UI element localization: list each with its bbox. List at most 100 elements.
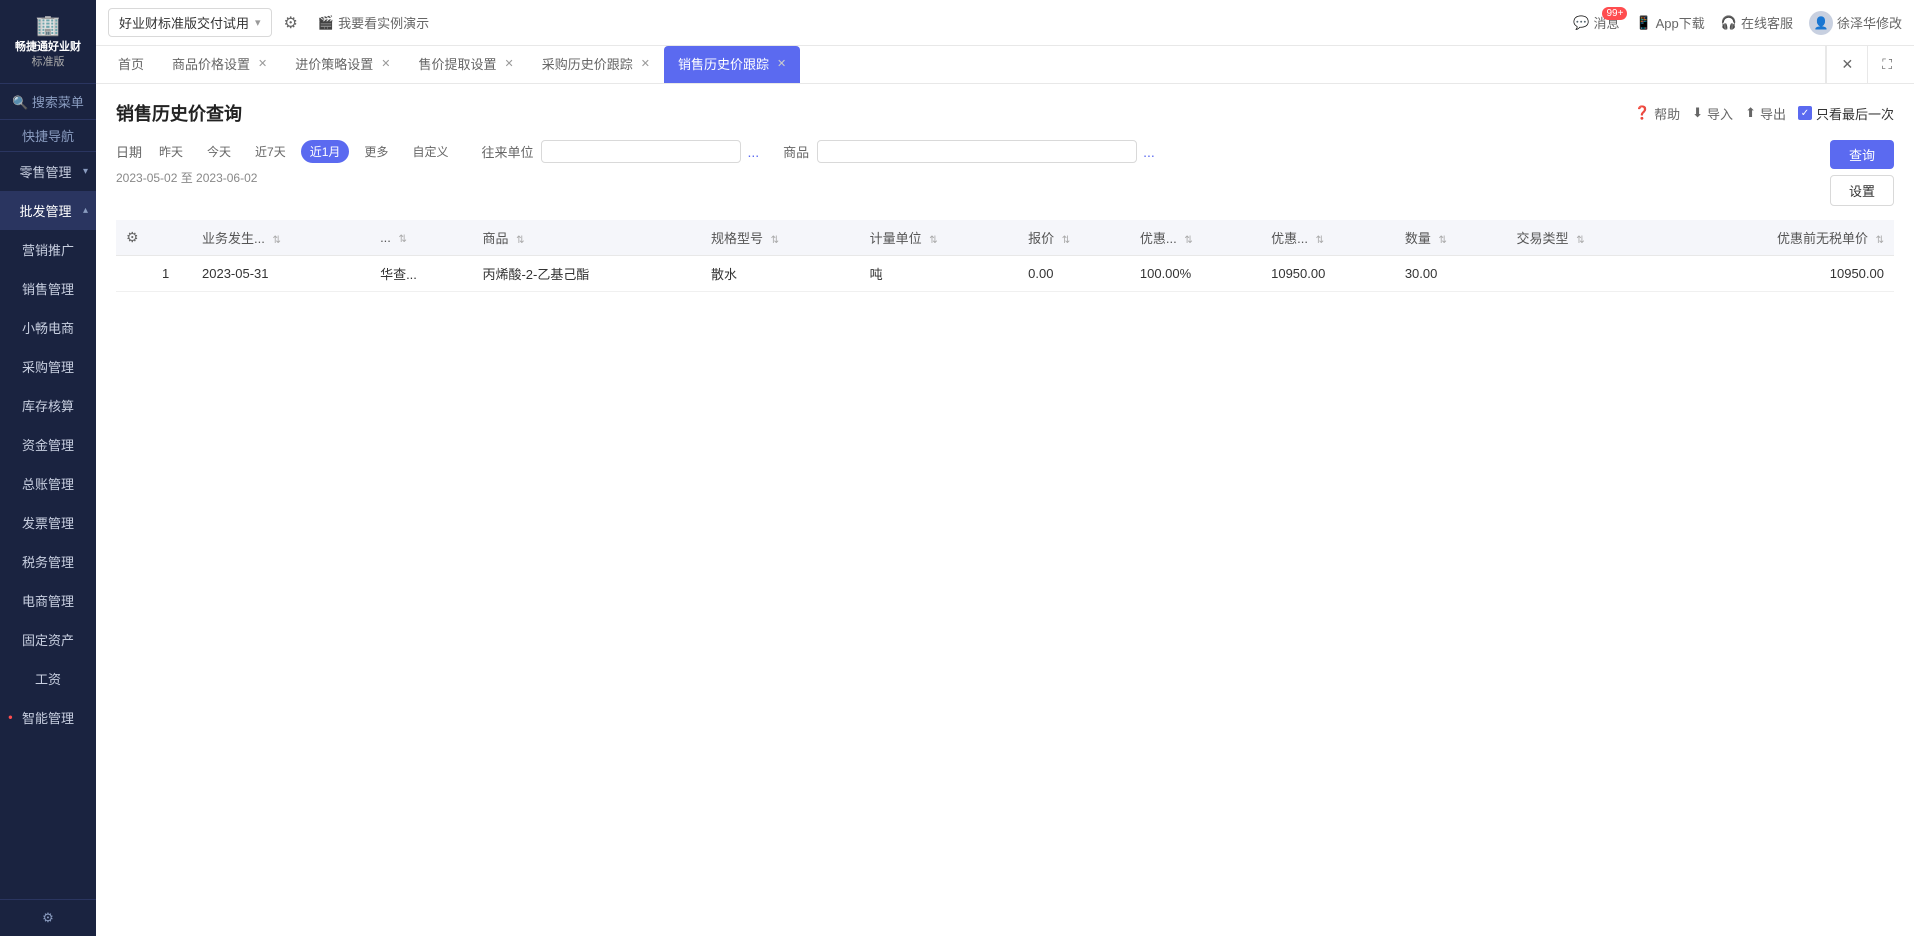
date-btn-7days[interactable]: 近7天 [246, 140, 295, 163]
source-unit-label: 往来单位 [481, 142, 533, 161]
logo-line2: 标准版 [8, 55, 88, 70]
window-close-button[interactable]: ✕ [1826, 46, 1867, 83]
sidebar-item-payroll[interactable]: 工资 [0, 659, 96, 698]
logo-icon: 🏢 [8, 12, 88, 40]
topbar-settings-icon[interactable]: ⚙ [280, 9, 302, 37]
col-discount-pct[interactable]: 优惠... ⇅ [1130, 220, 1261, 256]
col-index [152, 220, 192, 256]
date-btn-yesterday[interactable]: 昨天 [150, 140, 192, 163]
col-discount-amt[interactable]: 优惠... ⇅ [1261, 220, 1395, 256]
col-pretax-price[interactable]: 优惠前无税单价 ⇅ [1665, 220, 1894, 256]
row-pretax-price-cell: 10950.00 [1665, 256, 1894, 292]
tabbar: 首页 商品价格设置 ✕ 进价策略设置 ✕ 售价提取设置 ✕ 采购历史价跟踪 ✕ … [96, 46, 1914, 84]
sidebar-item-smart[interactable]: 智能管理 [0, 698, 96, 737]
date-range-display: 2023-05-02 至 2023-06-02 [116, 169, 457, 186]
source-unit-dots[interactable]: ... [747, 144, 759, 160]
tab-close-product-price[interactable]: ✕ [258, 57, 267, 70]
tab-close-purchase-strategy[interactable]: ✕ [381, 57, 390, 70]
source-unit-input[interactable] [541, 140, 741, 163]
sidebar-item-wholesale[interactable]: 批发管理 ▴ [0, 191, 96, 230]
tab-product-price[interactable]: 商品价格设置 ✕ [158, 46, 281, 84]
import-button[interactable]: ⬇ 导入 [1692, 104, 1733, 123]
tab-home[interactable]: 首页 [104, 46, 158, 84]
sidebar-item-finance[interactable]: 资金管理 [0, 425, 96, 464]
sidebar-quick-nav[interactable]: 快捷导航 [0, 120, 96, 152]
sidebar-logo[interactable]: 🏢 畅捷通好业财 标准版 [0, 0, 96, 84]
date-label: 日期 [116, 142, 142, 161]
window-maximize-button[interactable]: ⛶ [1867, 46, 1906, 83]
tab-close-purchase-history[interactable]: ✕ [641, 57, 650, 70]
col-business-date[interactable]: 业务发生... ⇅ [192, 220, 370, 256]
sort-icon: ⇅ [1316, 235, 1324, 246]
tab-sales-history[interactable]: 销售历史价跟踪 ✕ [664, 46, 800, 84]
sort-icon: ⇅ [771, 235, 779, 246]
sidebar-item-general-ledger[interactable]: 总账管理 [0, 464, 96, 503]
tab-close-sale-price-extract[interactable]: ✕ [505, 57, 514, 70]
col-product[interactable]: 商品 ⇅ [472, 220, 701, 256]
sidebar-item-inventory[interactable]: 库存核算 [0, 386, 96, 425]
date-btn-more[interactable]: 更多 [355, 140, 397, 163]
sidebar-item-retail[interactable]: 零售管理 ▾ [0, 152, 96, 191]
demo-link[interactable]: 🎬 我要看实例演示 [318, 13, 429, 32]
sidebar-item-purchase[interactable]: 采购管理 [0, 347, 96, 386]
sidebar-item-ecommerce[interactable]: 电商管理 [0, 581, 96, 620]
company-selector[interactable]: 好业财标准版交付试用 ▾ [108, 8, 272, 37]
chevron-down-icon: ▾ [255, 16, 261, 29]
date-options: 昨天 今天 近7天 近1月 更多 自定义 [150, 140, 457, 163]
page-content: 销售历史价查询 ❓ 帮助 ⬇ 导入 ⬆ 导出 ✓ 只看最后一次 [96, 84, 1914, 936]
col-quantity[interactable]: 数量 ⇅ [1395, 220, 1507, 256]
date-btn-1month[interactable]: 近1月 [301, 140, 350, 163]
product-filter-group: 商品 ... [783, 140, 1155, 163]
row-unit-cell: 吨 [860, 256, 1019, 292]
date-btn-today[interactable]: 今天 [198, 140, 240, 163]
messages-button[interactable]: 💬 消息 99+ [1573, 13, 1619, 32]
product-input[interactable] [817, 140, 1137, 163]
sidebar-search-menu[interactable]: 🔍 搜索菜单 [0, 84, 96, 120]
quick-nav-label: 快捷导航 [22, 129, 74, 144]
sort-icon: ⇅ [272, 235, 280, 246]
user-profile-button[interactable]: 👤 徐泽华修改 [1809, 11, 1902, 35]
row-business-date-cell: 2023-05-31 [192, 256, 370, 292]
import-icon: ⬇ [1692, 105, 1703, 121]
export-button[interactable]: ⬆ 导出 [1745, 104, 1786, 123]
topbar: 好业财标准版交付试用 ▾ ⚙ 🎬 我要看实例演示 💬 消息 99+ 📱 App下… [96, 0, 1914, 46]
sidebar-settings-button[interactable]: ⚙ [0, 899, 96, 936]
col-settings[interactable]: ⚙ [116, 220, 152, 256]
row-spec-cell: 散水 [701, 256, 860, 292]
sidebar-item-marketing[interactable]: 营销推广 [0, 230, 96, 269]
col-price[interactable]: 报价 ⇅ [1018, 220, 1130, 256]
tab-close-sales-history[interactable]: ✕ [777, 57, 786, 70]
settings-button[interactable]: 设置 [1830, 175, 1894, 206]
sidebar-item-invoice[interactable]: 发票管理 [0, 503, 96, 542]
tab-purchase-history[interactable]: 采购历史价跟踪 ✕ [528, 46, 664, 84]
col-spec[interactable]: 规格型号 ⇅ [701, 220, 860, 256]
col-extra[interactable]: ... ⇅ [370, 220, 472, 256]
product-input-group: ... [817, 140, 1155, 163]
sidebar-item-fixed-assets[interactable]: 固定资产 [0, 620, 96, 659]
product-dots[interactable]: ... [1143, 144, 1155, 160]
query-button[interactable]: 查询 [1830, 140, 1894, 169]
col-transaction-type[interactable]: 交易类型 ⇅ [1507, 220, 1666, 256]
help-icon: ❓ [1634, 105, 1650, 121]
online-service-button[interactable]: 🎧 在线客服 [1721, 13, 1793, 32]
tab-purchase-strategy[interactable]: 进价策略设置 ✕ [281, 46, 404, 84]
date-btn-custom[interactable]: 自定义 [403, 140, 457, 163]
message-icon: 💬 [1573, 15, 1589, 31]
tab-sale-price-extract[interactable]: 售价提取设置 ✕ [404, 46, 527, 84]
row-transaction-type-cell [1507, 256, 1666, 292]
col-unit[interactable]: 计量单位 ⇅ [860, 220, 1019, 256]
row-discount-amt-cell: 10950.00 [1261, 256, 1395, 292]
sidebar-item-sales[interactable]: 销售管理 [0, 269, 96, 308]
table-settings-icon[interactable]: ⚙ [126, 229, 139, 245]
sort-icon: ⇅ [516, 235, 524, 246]
sidebar-item-tax[interactable]: 税务管理 [0, 542, 96, 581]
row-settings-cell [116, 256, 152, 292]
help-button[interactable]: ❓ 帮助 [1634, 104, 1680, 123]
table-header-row: ⚙ 业务发生... ⇅ ... ⇅ 商品 ⇅ [116, 220, 1894, 256]
topbar-right: 💬 消息 99+ 📱 App下载 🎧 在线客服 👤 徐泽华修改 [1573, 11, 1902, 35]
last-only-checkbox[interactable]: ✓ 只看最后一次 [1798, 104, 1894, 123]
sidebar-item-ecommerce-small[interactable]: 小畅电商 [0, 308, 96, 347]
avatar: 👤 [1809, 11, 1833, 35]
app-download-button[interactable]: 📱 App下载 [1635, 13, 1704, 32]
source-unit-input-group: ... [541, 140, 759, 163]
